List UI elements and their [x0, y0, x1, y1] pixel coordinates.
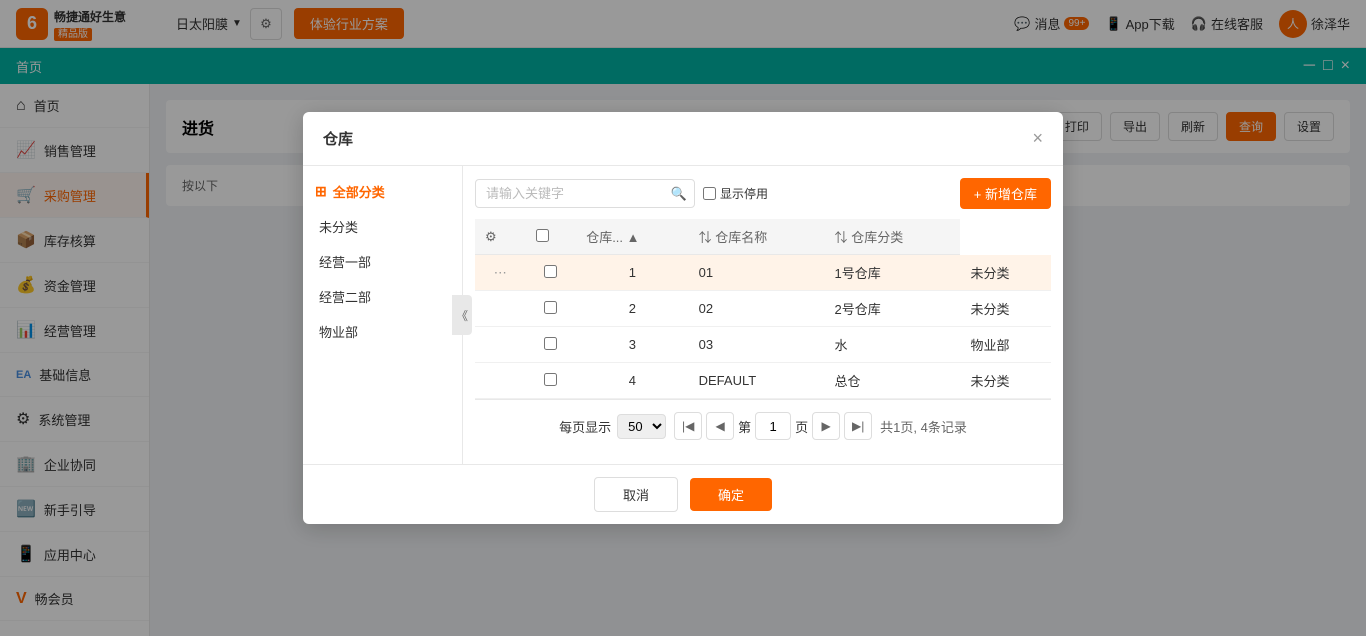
row-checkbox[interactable]: [526, 255, 577, 291]
row-settings: [475, 327, 526, 363]
row-code: 02: [689, 291, 825, 327]
modal-header: 仓库 ×: [303, 112, 1063, 166]
row-name: 总仓: [825, 363, 961, 399]
row-category: 未分类: [960, 291, 1051, 327]
row-settings: [475, 291, 526, 327]
new-warehouse-button[interactable]: + 新增仓库: [960, 178, 1051, 209]
modal-close-button[interactable]: ×: [1032, 128, 1043, 149]
table-header-row: ⚙ 仓库... ▲ ⇅ 仓库名称 ⇅: [475, 219, 1051, 255]
search-bar: 🔍 显示停用 + 新增仓库: [475, 178, 1051, 209]
all-categories-item[interactable]: ⊞ 全部分类: [303, 174, 462, 209]
table-wrapper: ⚙ 仓库... ▲ ⇅ 仓库名称 ⇅: [475, 219, 1051, 399]
first-page-button[interactable]: |◀: [674, 412, 702, 440]
th-category: ⇅ 仓库分类: [825, 219, 961, 255]
row-num: 2: [576, 291, 688, 327]
last-page-button[interactable]: ▶|: [844, 412, 872, 440]
modal-title: 仓库: [323, 128, 353, 149]
cancel-button[interactable]: 取消: [594, 477, 678, 512]
modal-footer: 取消 确定: [303, 464, 1063, 524]
prev-page-button[interactable]: ◀: [706, 412, 734, 440]
category-item-1[interactable]: 经营一部: [303, 244, 462, 279]
collapse-sidebar-button[interactable]: 《: [452, 295, 472, 335]
show-disabled-label[interactable]: 显示停用: [703, 185, 768, 202]
row-num: 4: [576, 363, 688, 399]
search-input[interactable]: [475, 179, 695, 208]
total-info: 共1页, 4条记录: [880, 417, 967, 436]
table-row[interactable]: 4 DEFAULT 总仓 未分类: [475, 363, 1051, 399]
row-checkbox[interactable]: [526, 327, 577, 363]
th-settings: ⚙: [475, 219, 526, 255]
table-row[interactable]: 2 02 2号仓库 未分类: [475, 291, 1051, 327]
sort-icon-cat: ⇅: [835, 230, 848, 245]
table-row[interactable]: 3 03 水 物业部: [475, 327, 1051, 363]
row-name: 水: [825, 327, 961, 363]
row-category: 未分类: [960, 363, 1051, 399]
row-category: 未分类: [960, 255, 1051, 291]
modal-overlay: 仓库 × ⊞ 全部分类 未分类 经营一部 经营二部 物业部 《: [0, 0, 1366, 636]
row-name: 2号仓库: [825, 291, 961, 327]
row-code: DEFAULT: [689, 363, 825, 399]
row-num: 3: [576, 327, 688, 363]
row-num: 1: [576, 255, 688, 291]
pagination: 每页显示 50 |◀ ◀ 第 页 ▶ ▶| 共1页, 4条记录: [475, 399, 1051, 452]
row-checkbox[interactable]: [526, 363, 577, 399]
grid-icon: ⊞: [315, 183, 327, 200]
row-category: 物业部: [960, 327, 1051, 363]
search-icon[interactable]: 🔍: [671, 186, 687, 202]
per-page-section: 每页显示 50: [559, 414, 666, 439]
warehouse-modal: 仓库 × ⊞ 全部分类 未分类 经营一部 经营二部 物业部 《: [303, 112, 1063, 524]
row-name: 1号仓库: [825, 255, 961, 291]
category-item-0[interactable]: 未分类: [303, 209, 462, 244]
th-code: 仓库... ▲: [576, 219, 688, 255]
warehouse-table: ⚙ 仓库... ▲ ⇅ 仓库名称 ⇅: [475, 219, 1051, 399]
th-name: ⇅ 仓库名称: [689, 219, 825, 255]
page-number-input[interactable]: [755, 412, 791, 440]
th-checkbox: [526, 219, 577, 255]
per-page-select[interactable]: 50: [617, 414, 666, 439]
row-checkbox[interactable]: [526, 291, 577, 327]
page-nav: |◀ ◀ 第 页 ▶ ▶|: [674, 412, 872, 440]
row-settings: [475, 363, 526, 399]
row-settings: ⋯: [475, 255, 526, 291]
category-item-2[interactable]: 经营二部: [303, 279, 462, 314]
table-row[interactable]: ⋯ 1 01 1号仓库 未分类: [475, 255, 1051, 291]
next-page-button[interactable]: ▶: [812, 412, 840, 440]
show-disabled-checkbox[interactable]: [703, 187, 716, 200]
table-area: 🔍 显示停用 + 新增仓库 ⚙: [463, 166, 1063, 464]
row-code: 03: [689, 327, 825, 363]
confirm-button[interactable]: 确定: [690, 478, 772, 511]
category-sidebar: ⊞ 全部分类 未分类 经营一部 经营二部 物业部 《: [303, 166, 463, 464]
row-code: 01: [689, 255, 825, 291]
category-item-3[interactable]: 物业部: [303, 314, 462, 349]
select-all-checkbox[interactable]: [536, 229, 549, 242]
sort-icon: ⇅: [699, 230, 712, 245]
search-input-wrap: 🔍: [475, 179, 695, 208]
modal-body: ⊞ 全部分类 未分类 经营一部 经营二部 物业部 《 🔍: [303, 166, 1063, 464]
